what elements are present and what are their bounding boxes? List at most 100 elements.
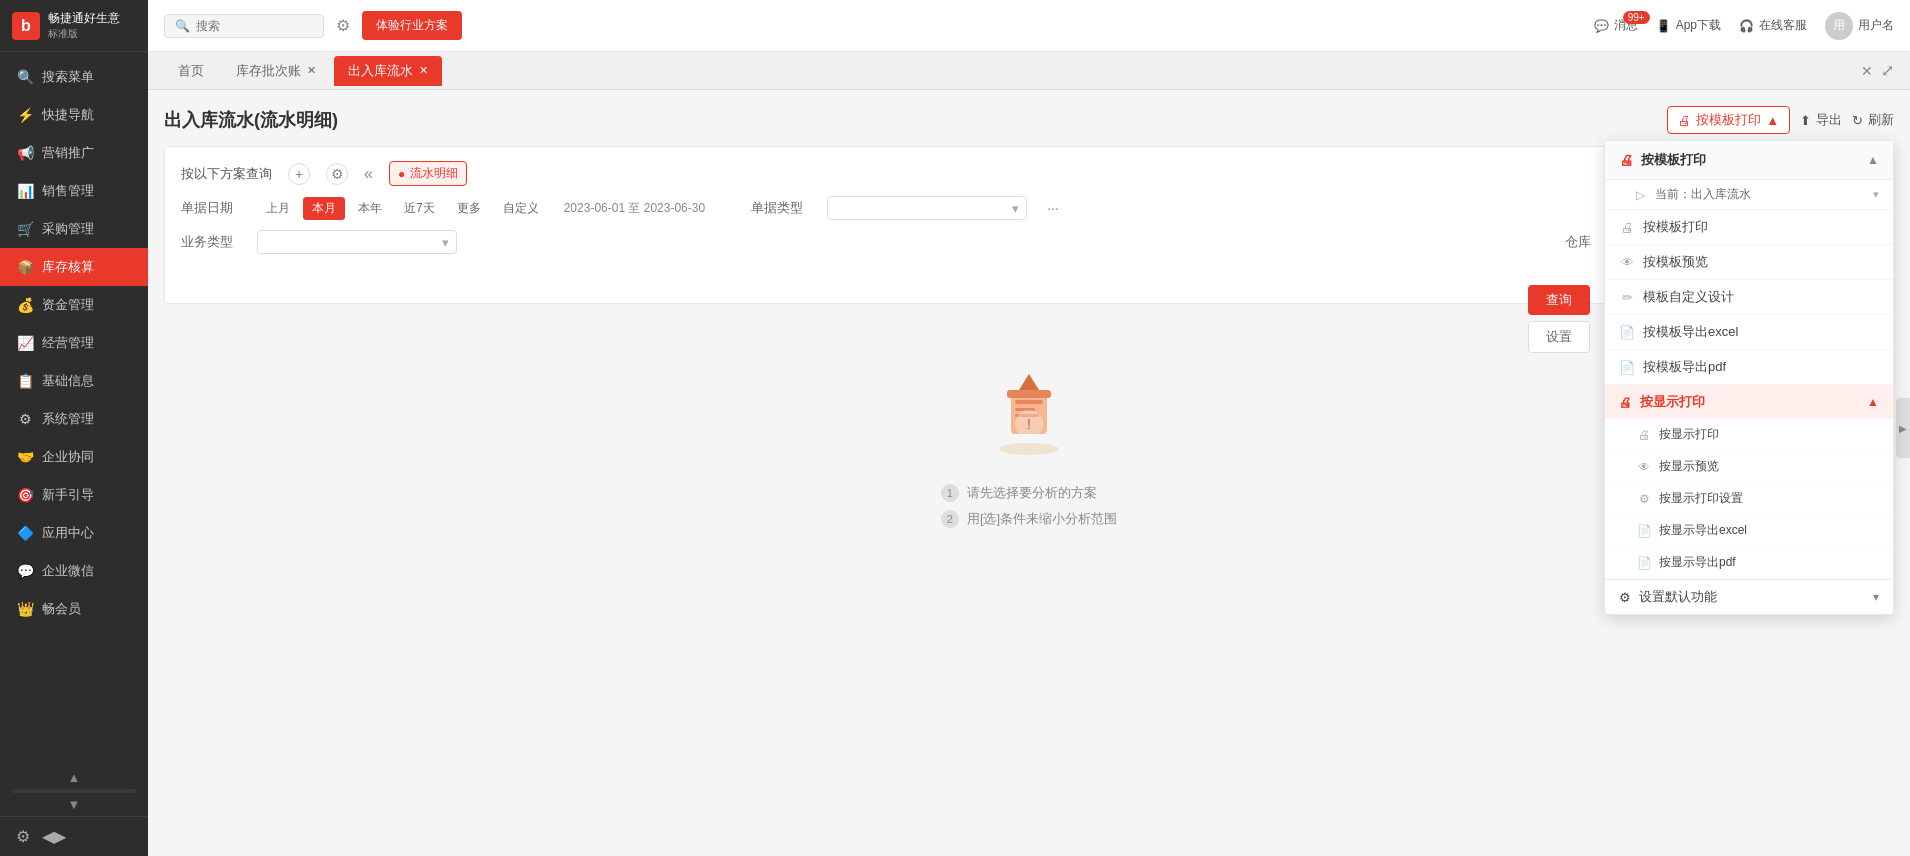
sidebar-scroll-down[interactable]: ▼ — [0, 793, 148, 816]
sidebar-item-guide[interactable]: 🎯 新手引导 — [0, 476, 148, 514]
search-box[interactable]: 🔍 — [164, 14, 324, 38]
display-item-display_print[interactable]: 🖨 按显示打印 — [1605, 419, 1893, 451]
date-chip-5[interactable]: 自定义 — [494, 197, 548, 220]
sidebar-scroll-up[interactable]: ▲ — [0, 766, 148, 789]
icon-display_pdf: 📄 — [1637, 556, 1651, 570]
filter-collapse-left-icon[interactable]: « — [364, 165, 373, 183]
settings-button-side[interactable]: 设置 — [1528, 321, 1590, 353]
svg-rect-5 — [1007, 390, 1051, 398]
label-template_print: 按模板打印 — [1643, 218, 1708, 236]
tab-flow[interactable]: 出入库流水 ✕ — [334, 56, 442, 86]
icon-template_preview: 👁 — [1619, 255, 1635, 270]
tab-home[interactable]: 首页 — [164, 56, 218, 86]
print-template-button[interactable]: 🖨 按模板打印 ▲ — [1667, 106, 1790, 134]
trial-button[interactable]: 体验行业方案 — [362, 11, 462, 40]
query-button-side[interactable]: 查询 — [1528, 285, 1590, 315]
sidebar-label-system: 系统管理 — [42, 410, 94, 428]
date-chip-0[interactable]: 上月 — [257, 197, 299, 220]
online-service-button[interactable]: 🎧 在线客服 — [1739, 17, 1807, 34]
dropdown-item-template_preview[interactable]: 👁 按模板预览 — [1605, 245, 1893, 280]
date-chip-3[interactable]: 近7天 — [395, 197, 444, 220]
filter-header-label: 按以下方案查询 — [181, 165, 272, 183]
sidebar-item-wechat[interactable]: 💬 企业微信 — [0, 552, 148, 590]
print-dropdown-panel: 🖨 按模板打印 ▲ ▷ 当前：出入库流水 ▾ 🖨 按模板打印👁 按模板预览✏ 模… — [1604, 140, 1894, 615]
dropdown-footer[interactable]: ⚙ 设置默认功能 ▾ — [1605, 579, 1893, 614]
date-chip-4[interactable]: 更多 — [448, 197, 490, 220]
app-download-button[interactable]: 📱 App下载 — [1656, 17, 1721, 34]
expand-tabs-icon[interactable]: ⤢ — [1881, 61, 1894, 80]
sidebar-label-quicknav: 快捷导航 — [42, 106, 94, 124]
filter-add-button[interactable]: + — [288, 163, 310, 185]
tab-label-batch: 库存批次账 — [236, 62, 301, 80]
display-item-display_excel[interactable]: 📄 按显示导出excel — [1605, 515, 1893, 547]
dropdown-collapse-icon[interactable]: ▲ — [1867, 153, 1879, 167]
sidebar-item-apps[interactable]: 🔷 应用中心 — [0, 514, 148, 552]
dropdown-item-template_print[interactable]: 🖨 按模板打印 — [1605, 210, 1893, 245]
tip-num-1: 1 — [941, 484, 959, 502]
business-type-select[interactable] — [257, 230, 457, 254]
label-template_preview: 按模板预览 — [1643, 253, 1708, 271]
display-item-display_preview[interactable]: 👁 按显示预览 — [1605, 451, 1893, 483]
date-chip-2[interactable]: 本年 — [349, 197, 391, 220]
sidebar-item-marketing[interactable]: 📢 营销推广 — [0, 134, 148, 172]
headset-icon: 🎧 — [1739, 19, 1754, 33]
label-display_excel: 按显示导出excel — [1659, 522, 1747, 539]
main-area: 🔍 ⚙ 体验行业方案 💬 消息 99+ 📱 App下载 🎧 在线客服 用 用户名 — [148, 0, 1910, 856]
sidebar-item-finance[interactable]: 💰 资金管理 — [0, 286, 148, 324]
tab-close-batch[interactable]: ✕ — [307, 65, 316, 76]
sidebar-icon-finance: 💰 — [16, 297, 34, 313]
refresh-button[interactable]: ↻ 刷新 — [1852, 111, 1894, 129]
sidebar-item-sales[interactable]: 📊 销售管理 — [0, 172, 148, 210]
sidebar-icon-guide: 🎯 — [16, 487, 34, 503]
icon-display_print: 🖨 — [1637, 428, 1651, 442]
flow-tag: ● 流水明细 — [389, 161, 467, 186]
sidebar-item-purchase[interactable]: 🛒 采购管理 — [0, 210, 148, 248]
display-item-display_settings[interactable]: ⚙ 按显示打印设置 — [1605, 483, 1893, 515]
sidebar-icon-vip: 👑 — [16, 601, 34, 617]
dropdown-item-template_design[interactable]: ✏ 模板自定义设计 — [1605, 280, 1893, 315]
footer-chevron-icon[interactable]: ▾ — [1873, 590, 1879, 604]
current-indicator-icon: ▷ — [1633, 188, 1647, 202]
icon-display_preview: 👁 — [1637, 460, 1651, 474]
page-header: 出入库流水(流水明细) 🖨 按模板打印 ▲ ⬆ 导出 ↻ 刷新 — [164, 106, 1894, 134]
search-input[interactable] — [196, 19, 313, 33]
sidebar-item-basic[interactable]: 📋 基础信息 — [0, 362, 148, 400]
icon-display_excel: 📄 — [1637, 524, 1651, 538]
voucher-type-select-wrap — [827, 196, 1027, 220]
dropdown-item-template_pdf[interactable]: 📄 按模板导出pdf — [1605, 350, 1893, 385]
right-edge-handle[interactable]: ▶ — [1896, 398, 1910, 458]
current-chevron-icon[interactable]: ▾ — [1873, 188, 1879, 201]
sidebar-item-quicknav[interactable]: ⚡ 快捷导航 — [0, 96, 148, 134]
sidebar-item-vip[interactable]: 👑 畅会员 — [0, 590, 148, 628]
sidebar-item-inventory[interactable]: 📦 库存核算 — [0, 248, 148, 286]
sidebar-label-guide: 新手引导 — [42, 486, 94, 504]
collapse-icon[interactable]: ◀▶ — [42, 827, 66, 846]
tab-batch[interactable]: 库存批次账 ✕ — [222, 56, 330, 86]
svg-rect-2 — [1015, 400, 1043, 404]
tab-close-flow[interactable]: ✕ — [419, 65, 428, 76]
sidebar-item-enterprise[interactable]: 🤝 企业协同 — [0, 438, 148, 476]
user-avatar[interactable]: 用 用户名 — [1825, 12, 1894, 40]
voucher-type-select[interactable] — [827, 196, 1027, 220]
sidebar-item-search[interactable]: 🔍 搜索菜单 — [0, 58, 148, 96]
sidebar-label-wechat: 企业微信 — [42, 562, 94, 580]
svg-point-0 — [999, 443, 1059, 455]
icon-display_settings: ⚙ — [1637, 492, 1651, 506]
display-section-chevron-icon[interactable]: ▲ — [1867, 395, 1879, 409]
gear-icon[interactable]: ⚙ — [336, 16, 350, 35]
filter-settings-button[interactable]: ⚙ — [326, 163, 348, 185]
settings-icon[interactable]: ⚙ — [16, 827, 30, 846]
message-badge: 99+ — [1623, 11, 1650, 24]
display-section-header[interactable]: 🖨 按显示打印 ▲ — [1605, 385, 1893, 419]
sidebar-item-operations[interactable]: 📈 经营管理 — [0, 324, 148, 362]
dropdown-item-template_excel[interactable]: 📄 按模板导出excel — [1605, 315, 1893, 350]
date-chip-1[interactable]: 本月 — [303, 197, 345, 220]
display-item-display_pdf[interactable]: 📄 按显示导出pdf — [1605, 547, 1893, 579]
voucher-type-more-icon[interactable]: ··· — [1043, 200, 1063, 216]
message-button[interactable]: 💬 消息 99+ — [1594, 17, 1638, 34]
tabbar: 首页库存批次账 ✕出入库流水 ✕ ✕ ⤢ — [148, 52, 1910, 90]
sidebar-item-system[interactable]: ⚙ 系统管理 — [0, 400, 148, 438]
date-label: 单据日期 — [181, 199, 241, 217]
close-all-tabs-icon[interactable]: ✕ — [1861, 63, 1873, 79]
export-button[interactable]: ⬆ 导出 — [1800, 111, 1842, 129]
